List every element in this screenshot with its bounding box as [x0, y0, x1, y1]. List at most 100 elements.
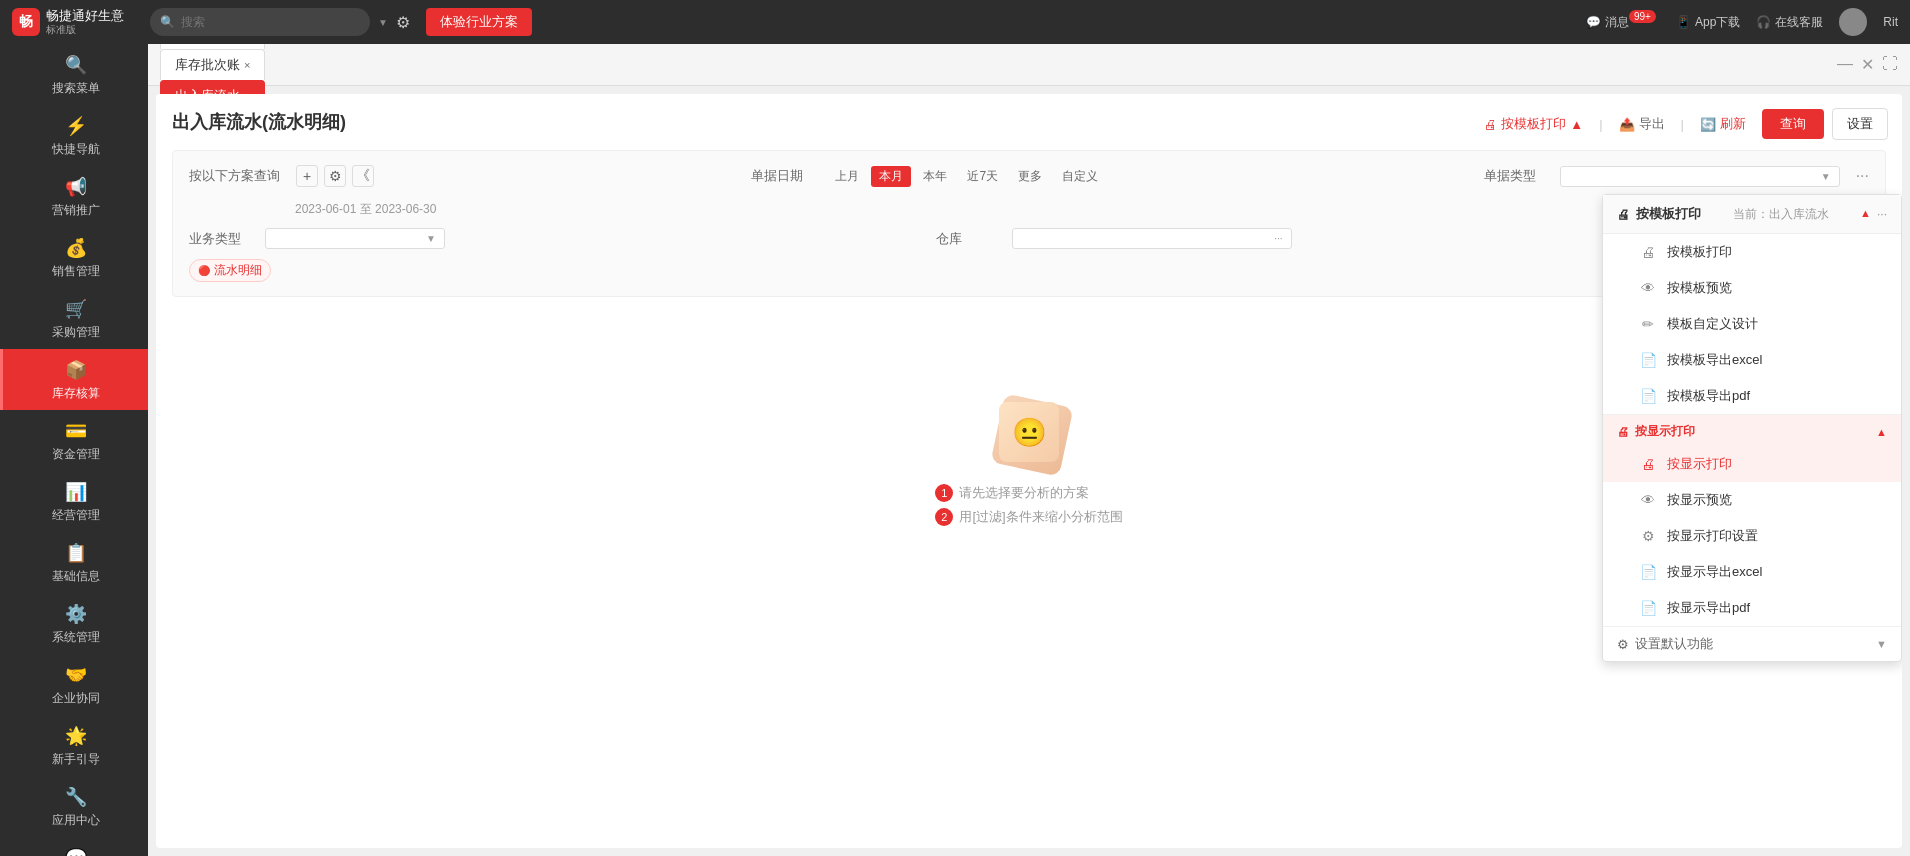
filter-collapse-left[interactable]: 《 — [352, 165, 374, 187]
tab-close-inventory-batch[interactable]: × — [244, 59, 250, 71]
date-tab-7days[interactable]: 近7天 — [959, 166, 1006, 187]
sidebar-label-app-center: 应用中心 — [52, 812, 100, 829]
display-export-pdf-icon: 📄 — [1639, 600, 1657, 616]
refresh-label: 刷新 — [1720, 115, 1746, 133]
sidebar-item-base-info[interactable]: 📋 基础信息 — [0, 532, 148, 593]
download-icon: 📱 — [1676, 15, 1691, 29]
empty-hints: 1 请先选择要分析的方案 2 用[过滤]条件来缩小分析范围 — [935, 484, 1122, 526]
template-export-pdf-item[interactable]: 📄 按模板导出pdf — [1603, 378, 1901, 414]
top-search[interactable]: 🔍 — [150, 8, 370, 36]
sidebar-label-base-info: 基础信息 — [52, 568, 100, 585]
filter-tag[interactable]: 🔴 流水明细 — [189, 259, 271, 282]
base-info-icon: 📋 — [65, 542, 87, 564]
sidebar-item-finance[interactable]: 💳 资金管理 — [0, 410, 148, 471]
display-export-excel-icon: 📄 — [1639, 564, 1657, 580]
add-filter-button[interactable]: + — [296, 165, 318, 187]
empty-hint-2: 2 用[过滤]条件来缩小分析范围 — [935, 508, 1122, 526]
sidebar-item-enterprise-weixin[interactable]: 💬 企业微信 — [0, 837, 148, 856]
template-preview-icon: 👁 — [1639, 280, 1657, 296]
messages-button[interactable]: 💬 消息 99+ — [1586, 14, 1660, 31]
sidebar-item-sales[interactable]: 💰 销售管理 — [0, 227, 148, 288]
print-template-label: 按模板打印 — [1501, 115, 1566, 133]
warehouse-select[interactable]: ··· — [1012, 228, 1292, 249]
template-custom-label: 模板自定义设计 — [1667, 315, 1758, 333]
sidebar-item-operations[interactable]: 📊 经营管理 — [0, 471, 148, 532]
sidebar-item-quick-nav[interactable]: ⚡ 快捷导航 — [0, 105, 148, 166]
trial-button[interactable]: 体验行业方案 — [426, 8, 532, 36]
empty-hint-1: 1 请先选择要分析的方案 — [935, 484, 1122, 502]
display-section-arrow[interactable]: ▲ — [1876, 426, 1887, 438]
sidebar-label-marketing: 营销推广 — [52, 202, 100, 219]
display-print-header-icon: 🖨 — [1617, 425, 1629, 439]
top-bar: 畅 畅捷通好生意 标准版 🔍 ▼ ⚙ 体验行业方案 💬 消息 99+ 📱 App… — [0, 0, 1910, 44]
export-icon: 📤 — [1619, 117, 1635, 132]
export-button[interactable]: 📤 导出 — [1611, 111, 1673, 137]
biz-type-select[interactable]: ▼ — [265, 228, 445, 249]
tab-label-inventory-batch: 库存批次账 — [175, 56, 240, 74]
display-preview-item[interactable]: 👁 按显示预览 — [1603, 482, 1901, 518]
tab-close-all-button[interactable]: ✕ — [1861, 55, 1874, 74]
query-button[interactable]: 查询 — [1762, 109, 1824, 139]
date-tab-custom[interactable]: 自定义 — [1054, 166, 1106, 187]
online-service-button[interactable]: 🎧 在线客服 — [1756, 14, 1823, 31]
dropdown-header-actions: ▲ ··· — [1860, 207, 1887, 221]
filter-settings-button[interactable]: ⚙ — [324, 165, 346, 187]
set-button[interactable]: 设置 — [1832, 108, 1888, 140]
date-tab-this-month[interactable]: 本月 — [871, 166, 911, 187]
dropdown-more-icon[interactable]: ··· — [1877, 207, 1887, 221]
sidebar-label-operations: 经营管理 — [52, 507, 100, 524]
settings-icon[interactable]: ⚙ — [396, 13, 410, 32]
print-template-button[interactable]: 🖨 按模板打印 ▲ — [1476, 111, 1591, 137]
finance-icon: 💳 — [65, 420, 87, 442]
sidebar-item-inventory[interactable]: 📦 库存核算 — [0, 349, 148, 410]
sidebar-item-purchase[interactable]: 🛒 采购管理 — [0, 288, 148, 349]
sidebar-item-marketing[interactable]: 📢 营销推广 — [0, 166, 148, 227]
tab-expand-button[interactable]: ⛶ — [1882, 55, 1898, 74]
sidebar-label-purchase: 采购管理 — [52, 324, 100, 341]
sidebar-label-search: 搜索菜单 — [52, 80, 100, 97]
cooperation-icon: 🤝 — [65, 664, 87, 686]
template-preview-item[interactable]: 👁 按模板预览 — [1603, 270, 1901, 306]
template-custom-item[interactable]: ✏ 模板自定义设计 — [1603, 306, 1901, 342]
date-tab-last-month[interactable]: 上月 — [827, 166, 867, 187]
search-input[interactable] — [181, 15, 360, 29]
sidebar-label-quick-nav: 快捷导航 — [52, 141, 100, 158]
sidebar-item-app-center[interactable]: 🔧 应用中心 — [0, 776, 148, 837]
sidebar-item-system[interactable]: ⚙️ 系统管理 — [0, 593, 148, 654]
sidebar-items: 🔍 搜索菜单 ⚡ 快捷导航 📢 营销推广 💰 销售管理 🛒 采购管理 📦 库存核… — [0, 44, 148, 856]
date-tab-more[interactable]: 更多 — [1010, 166, 1050, 187]
search-dropdown-arrow[interactable]: ▼ — [378, 17, 388, 28]
operations-icon: 📊 — [65, 481, 87, 503]
page-toolbar: 🖨 按模板打印 ▲ | 📤 导出 | 🔄 刷新 查询 设置 — [1476, 108, 1888, 140]
sidebar-item-search[interactable]: 🔍 搜索菜单 — [0, 44, 148, 105]
display-settings-icon: ⚙ — [1639, 528, 1657, 544]
refresh-button[interactable]: 🔄 刷新 — [1692, 111, 1754, 137]
display-print-settings-item[interactable]: ⚙ 按显示打印设置 — [1603, 518, 1901, 554]
tab-inventory-batch[interactable]: 库存批次账 × — [160, 49, 265, 80]
template-export-excel-item[interactable]: 📄 按模板导出excel — [1603, 342, 1901, 378]
sidebar-item-guide[interactable]: 🌟 新手引导 — [0, 715, 148, 776]
doc-type-select[interactable]: ▼ — [1560, 166, 1840, 187]
logo-text: 畅捷通好生意 标准版 — [46, 8, 124, 36]
template-print-section: 🖨 按模板打印 👁 按模板预览 ✏ 模板自定义设计 📄 按模板导出excel — [1603, 234, 1901, 415]
dropdown-up-arrow[interactable]: ▲ — [1860, 207, 1871, 221]
display-print-item[interactable]: 🖨 按显示打印 — [1603, 446, 1901, 482]
sidebar-label-sales: 销售管理 — [52, 263, 100, 280]
display-preview-icon: 👁 — [1639, 492, 1657, 508]
app-download-button[interactable]: 📱 App下载 — [1676, 14, 1740, 31]
display-export-pdf-item[interactable]: 📄 按显示导出pdf — [1603, 590, 1901, 626]
biz-type-label: 业务类型 — [189, 230, 249, 248]
avatar[interactable] — [1839, 8, 1867, 36]
tab-minimize-button[interactable]: — — [1837, 55, 1853, 74]
sidebar-label-inventory: 库存核算 — [52, 385, 100, 402]
display-export-excel-item[interactable]: 📄 按显示导出excel — [1603, 554, 1901, 590]
sidebar-item-cooperation[interactable]: 🤝 企业协同 — [0, 654, 148, 715]
date-tab-this-year[interactable]: 本年 — [915, 166, 955, 187]
display-print-header-label: 按显示打印 — [1635, 423, 1695, 440]
sidebar-label-guide: 新手引导 — [52, 751, 100, 768]
template-print-item[interactable]: 🖨 按模板打印 — [1603, 234, 1901, 270]
doc-type-more[interactable]: ··· — [1856, 167, 1869, 185]
quick-nav-icon: ⚡ — [65, 115, 87, 137]
dropdown-print-icon: 🖨 — [1617, 207, 1630, 222]
set-default-footer[interactable]: ⚙ 设置默认功能 ▼ — [1603, 627, 1901, 661]
